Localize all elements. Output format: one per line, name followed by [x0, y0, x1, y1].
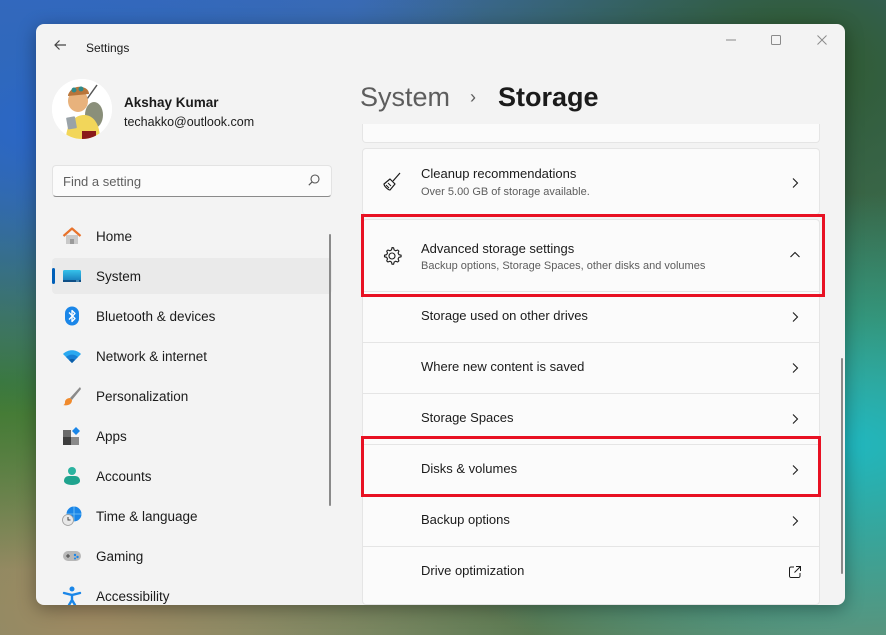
broom-icon [383, 172, 401, 191]
close-icon [817, 35, 827, 45]
sidebar-item-label: Network & internet [96, 348, 208, 364]
cleanup-card[interactable]: Cleanup recommendations Over 5.00 GB of … [362, 148, 820, 215]
content-scrollbar[interactable] [841, 358, 843, 574]
page-title: Storage [498, 82, 599, 112]
accounts-icon [64, 467, 80, 485]
cleanup-subtitle: Over 5.00 GB of storage available. [421, 186, 590, 198]
sidebar-item-time-language[interactable]: Time & language [52, 498, 332, 534]
maximize-button[interactable] [761, 32, 791, 50]
accessibility-icon [62, 586, 82, 605]
sidebar-item-system[interactable]: System [52, 258, 332, 294]
time-language-icon [62, 506, 82, 526]
advanced-storage-title: Advanced storage settings [421, 241, 575, 256]
sidebar-item-label: Time & language [96, 508, 198, 524]
drive-optimization-row[interactable]: Drive optimization [363, 547, 819, 597]
disks-volumes-row[interactable]: Disks & volumes [363, 445, 819, 495]
system-icon [63, 270, 81, 282]
cleanup-title: Cleanup recommendations [421, 166, 577, 181]
sidebar-item-network[interactable]: Network & internet [52, 338, 332, 374]
minimize-button[interactable] [716, 32, 746, 50]
sidebar-item-label: Apps [96, 428, 127, 444]
storage-spaces-row[interactable]: Storage Spaces [363, 394, 819, 444]
advanced-storage-header[interactable]: Advanced storage settings Backup options… [363, 220, 819, 291]
user-profile[interactable]: Akshay Kumar techakko@outlook.com [52, 79, 342, 143]
sidebar-item-personalization[interactable]: Personalization [52, 378, 332, 414]
sidebar-item-accounts[interactable]: Accounts [52, 458, 332, 494]
back-arrow-icon [54, 40, 66, 50]
chevron-right-icon [792, 178, 799, 188]
disks-volumes-label: Disks & volumes [421, 461, 518, 476]
breadcrumb-separator: › [470, 87, 477, 107]
chevron-right-icon [792, 414, 799, 424]
back-button[interactable] [50, 38, 70, 58]
sidebar-item-home[interactable]: Home [52, 218, 332, 254]
new-content-saved-label: Where new content is saved [421, 359, 585, 374]
settings-window: Settings Akshay Kumar techakko@outlook.c… [36, 24, 845, 605]
external-link-icon [789, 566, 801, 578]
sidebar-item-label: Accounts [96, 468, 152, 484]
sidebar-item-bluetooth[interactable]: Bluetooth & devices [52, 298, 332, 334]
search-input[interactable] [53, 166, 293, 196]
wifi-icon [63, 350, 81, 363]
sidebar-item-label: Accessibility [96, 588, 170, 604]
bluetooth-icon [65, 306, 79, 326]
breadcrumb-parent[interactable]: System [360, 82, 450, 113]
title-bar: Settings [36, 24, 845, 72]
sidebar-item-apps[interactable]: Apps [52, 418, 332, 454]
backup-options-label: Backup options [421, 512, 510, 527]
drive-optimization-label: Drive optimization [421, 563, 525, 578]
cleanup-row[interactable]: Cleanup recommendations Over 5.00 GB of … [363, 149, 819, 216]
sidebar-item-accessibility[interactable]: Accessibility [52, 578, 332, 605]
gaming-icon [63, 551, 81, 561]
storage-other-drives-row[interactable]: Storage used on other drives [363, 292, 819, 342]
chevron-right-icon [792, 312, 799, 322]
minimize-icon [726, 39, 736, 41]
apps-icon [63, 427, 80, 445]
new-content-saved-row[interactable]: Where new content is saved [363, 343, 819, 393]
previous-card-bottom [362, 124, 820, 143]
sidebar-item-label: Home [96, 228, 133, 244]
close-button[interactable] [807, 32, 837, 50]
chevron-right-icon [792, 363, 799, 373]
app-title: Settings [86, 41, 130, 55]
storage-other-drives-label: Storage used on other drives [421, 308, 588, 323]
content-pane: Cleanup recommendations Over 5.00 GB of … [362, 124, 822, 605]
user-email: techakko@outlook.com [124, 115, 255, 129]
sidebar-item-label: Gaming [96, 548, 144, 564]
sidebar-scrollbar[interactable] [329, 234, 331, 506]
sidebar-item-label: Bluetooth & devices [96, 308, 216, 324]
breadcrumb: System › Storage [360, 82, 599, 113]
sidebar-item-label: Personalization [96, 388, 189, 404]
home-icon [62, 227, 82, 244]
advanced-storage-subtitle: Backup options, Storage Spaces, other di… [421, 260, 706, 272]
avatar-cartoon-icon [52, 79, 112, 139]
backup-options-row[interactable]: Backup options [363, 496, 819, 546]
sidebar-item-gaming[interactable]: Gaming [52, 538, 332, 574]
advanced-storage-card: Advanced storage settings Backup options… [362, 219, 820, 605]
gear-icon [383, 246, 402, 265]
brush-icon [63, 387, 81, 406]
maximize-icon [771, 35, 781, 45]
sidebar-item-label: System [96, 268, 142, 284]
chevron-up-icon [790, 251, 800, 258]
chevron-right-icon [792, 465, 799, 475]
avatar[interactable] [52, 79, 112, 139]
search-box[interactable] [52, 165, 332, 197]
sidebar-nav: Home System Bluetooth & devices Network … [52, 218, 332, 605]
storage-spaces-label: Storage Spaces [421, 410, 514, 425]
search-icon[interactable] [307, 173, 321, 187]
user-name: Akshay Kumar [124, 95, 219, 110]
chevron-right-icon [792, 516, 799, 526]
